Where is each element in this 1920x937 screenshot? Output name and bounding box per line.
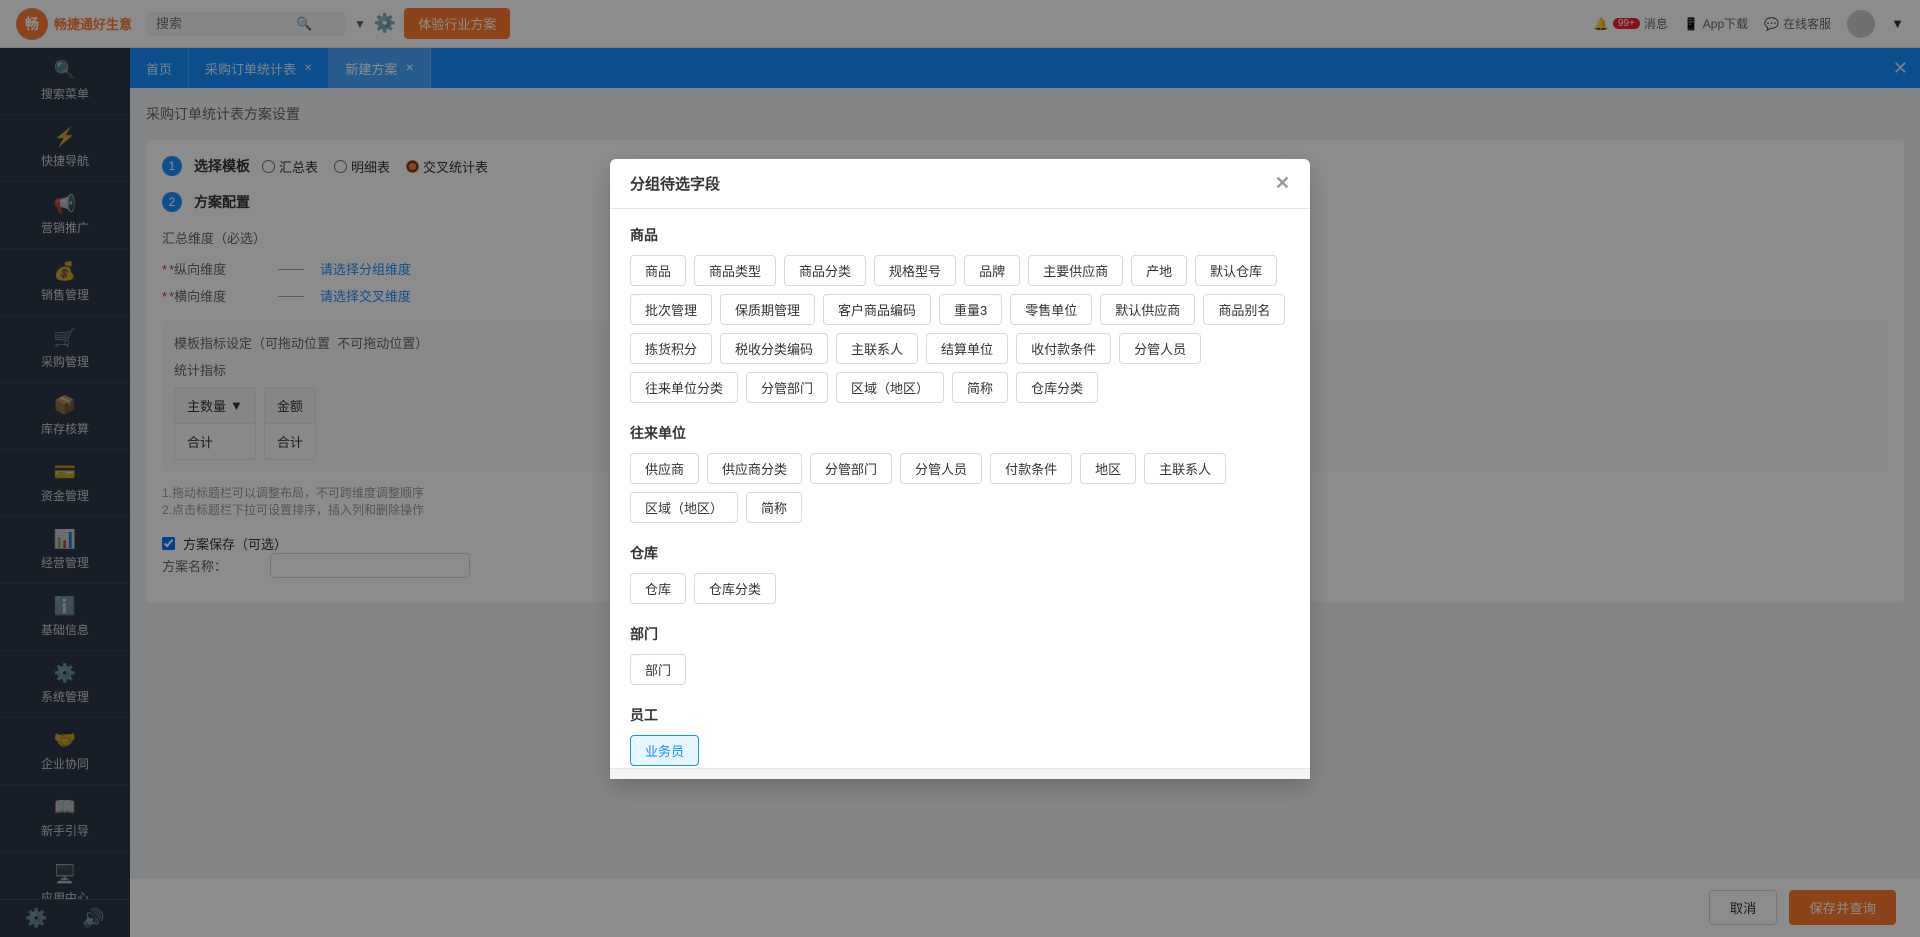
modal-scroll-bottom [610,768,1310,778]
section-partner: 往来单位 供应商 供应商分类 分管部门 分管人员 付款条件 地区 主联系人 区域… [630,423,1290,523]
field-short-name-goods[interactable]: 简称 [952,372,1008,403]
goods-fields: 商品 商品类型 商品分类 规格型号 品牌 主要供应商 产地 默认仓库 批次管理 … [630,255,1290,403]
field-department[interactable]: 部门 [630,654,686,685]
field-area[interactable]: 地区 [1080,453,1136,484]
warehouse-fields: 仓库 仓库分类 [630,573,1290,604]
field-settle-unit[interactable]: 结算单位 [926,333,1008,364]
field-brand[interactable]: 品牌 [964,255,1020,286]
modal-dialog: 分组待选字段 ✕ 商品 商品 商品类型 商品分类 规格型号 品牌 主要供应商 产… [610,159,1310,779]
field-warehouse-category[interactable]: 仓库分类 [694,573,776,604]
field-customer-code[interactable]: 客户商品编码 [823,294,931,325]
section-goods: 商品 商品 商品类型 商品分类 规格型号 品牌 主要供应商 产地 默认仓库 批次… [630,225,1290,403]
field-region-goods[interactable]: 区域（地区） [836,372,944,403]
field-region-partner[interactable]: 区域（地区） [630,492,738,523]
field-weight3[interactable]: 重量3 [939,294,1002,325]
field-main-contact-partner[interactable]: 主联系人 [1144,453,1226,484]
modal-overlay: 分组待选字段 ✕ 商品 商品 商品类型 商品分类 规格型号 品牌 主要供应商 产… [0,0,1920,937]
field-main-contact[interactable]: 主联系人 [836,333,918,364]
section-partner-title: 往来单位 [630,423,1290,443]
field-tax-code[interactable]: 税收分类编码 [720,333,828,364]
field-payment-terms[interactable]: 收付款条件 [1016,333,1111,364]
employee-fields: 业务员 [630,735,1290,766]
partner-fields: 供应商 供应商分类 分管部门 分管人员 付款条件 地区 主联系人 区域（地区） … [630,453,1290,523]
section-goods-title: 商品 [630,225,1290,245]
field-batch-mgmt[interactable]: 批次管理 [630,294,712,325]
department-fields: 部门 [630,654,1290,685]
field-goods-alias[interactable]: 商品别名 [1203,294,1285,325]
section-department: 部门 部门 [630,624,1290,685]
field-supplier-category[interactable]: 供应商分类 [707,453,802,484]
field-default-supplier[interactable]: 默认供应商 [1100,294,1195,325]
field-goods[interactable]: 商品 [630,255,686,286]
field-default-warehouse[interactable]: 默认仓库 [1195,255,1277,286]
field-goods-category[interactable]: 商品分类 [784,255,866,286]
field-spec-model[interactable]: 规格型号 [874,255,956,286]
field-goods-type[interactable]: 商品类型 [694,255,776,286]
field-main-supplier[interactable]: 主要供应商 [1028,255,1123,286]
field-warehouse-category-goods[interactable]: 仓库分类 [1016,372,1098,403]
section-employee: 员工 业务员 [630,705,1290,766]
field-dept[interactable]: 分管部门 [746,372,828,403]
modal-close-button[interactable]: ✕ [1275,173,1290,194]
field-supplier[interactable]: 供应商 [630,453,699,484]
field-partner-category[interactable]: 往来单位分类 [630,372,738,403]
modal-title: 分组待选字段 [630,173,720,194]
section-employee-title: 员工 [630,705,1290,725]
field-salesperson[interactable]: 业务员 [630,735,699,766]
modal-header: 分组待选字段 ✕ [610,159,1310,209]
field-expiry-mgmt[interactable]: 保质期管理 [720,294,815,325]
section-warehouse: 仓库 仓库 仓库分类 [630,543,1290,604]
field-payment-cond[interactable]: 付款条件 [990,453,1072,484]
section-department-title: 部门 [630,624,1290,644]
section-warehouse-title: 仓库 [630,543,1290,563]
field-manager-person[interactable]: 分管人员 [1119,333,1201,364]
field-short-name-partner[interactable]: 简称 [746,492,802,523]
modal-body: 商品 商品 商品类型 商品分类 规格型号 品牌 主要供应商 产地 默认仓库 批次… [610,209,1310,769]
field-pick-score[interactable]: 拣货积分 [630,333,712,364]
field-retail-unit[interactable]: 零售单位 [1010,294,1092,325]
field-manage-person[interactable]: 分管人员 [900,453,982,484]
field-manage-dept[interactable]: 分管部门 [810,453,892,484]
field-warehouse[interactable]: 仓库 [630,573,686,604]
field-origin[interactable]: 产地 [1131,255,1187,286]
